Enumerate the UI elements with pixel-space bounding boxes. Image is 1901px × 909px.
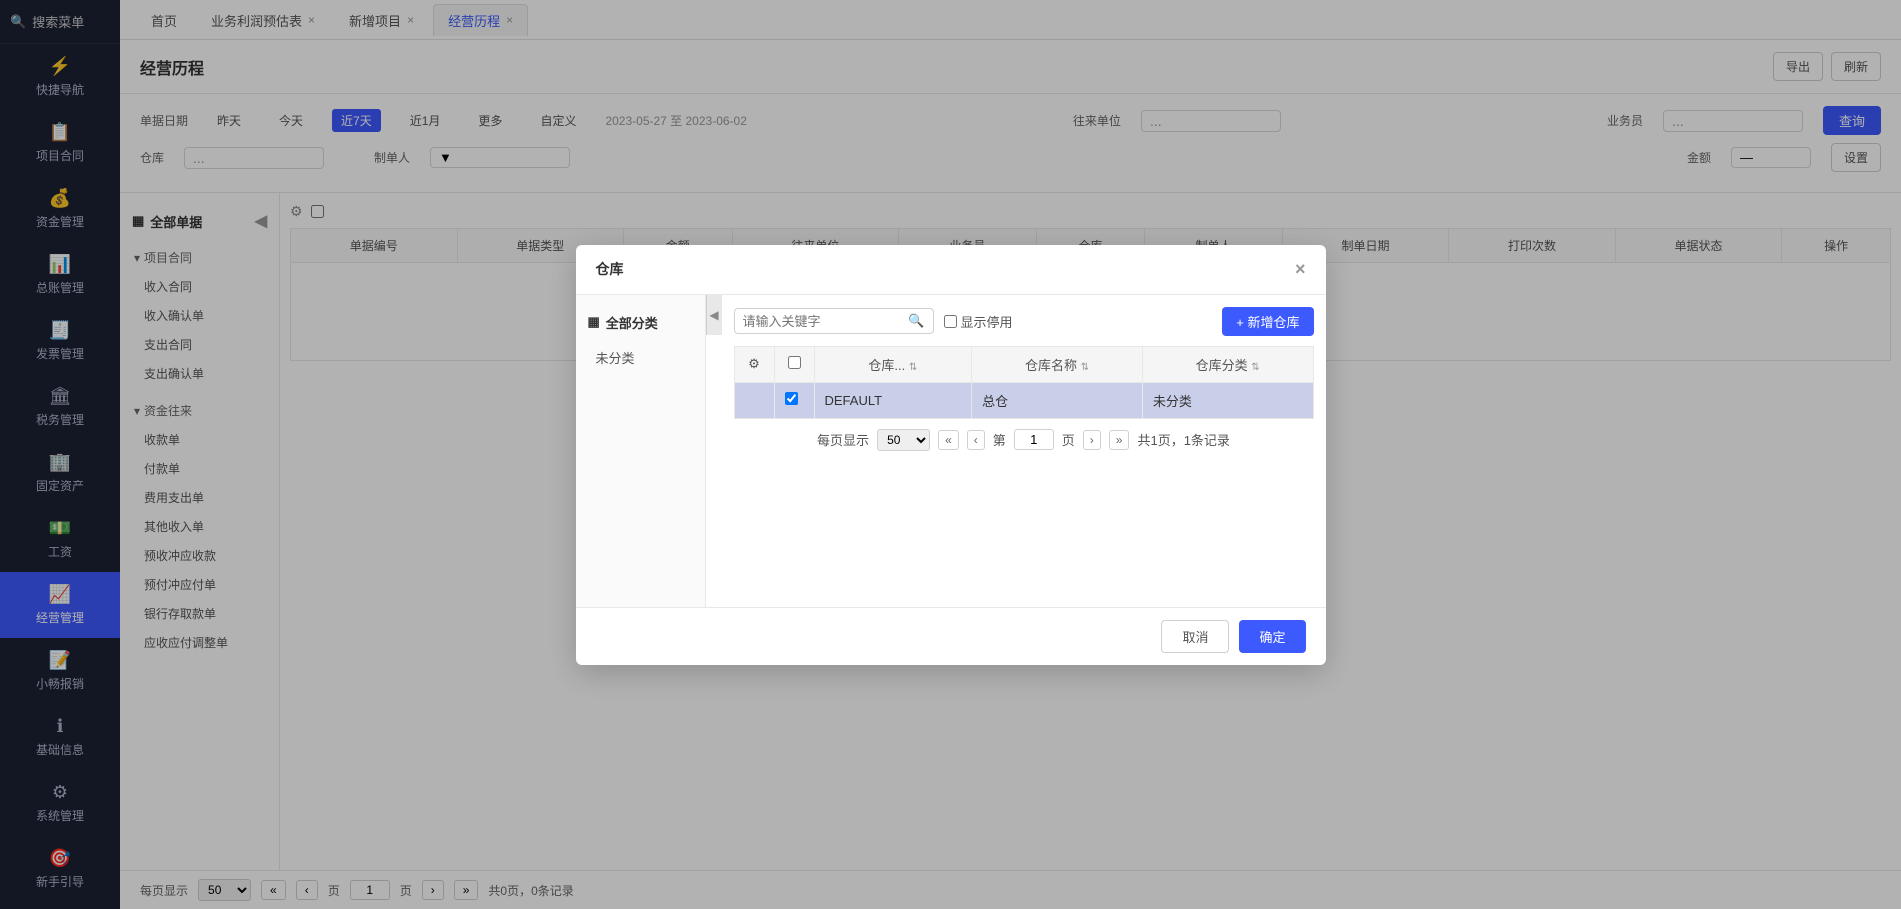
- modal-title: 仓库: [596, 259, 624, 279]
- row-code: DEFAULT: [814, 382, 972, 418]
- modal-cancel-button[interactable]: 取消: [1161, 620, 1229, 653]
- modal-table-header: ⚙ 仓库... ⇅ 仓库名称 ⇅ 仓库分类: [734, 346, 1313, 382]
- sort-icon-category: ⇅: [1251, 362, 1259, 373]
- modal-collapse-btn[interactable]: ◀: [706, 295, 722, 335]
- modal-prev-page[interactable]: ‹: [967, 430, 985, 450]
- row-name: 总仓: [972, 382, 1143, 418]
- row-checkbox-cell: [774, 382, 814, 418]
- modal-per-page-label: 每页显示: [817, 430, 869, 449]
- modal-table-row[interactable]: DEFAULT 总仓 未分类: [734, 382, 1313, 418]
- modal-toolbar: 🔍 显示停用 + 新增仓库: [734, 307, 1314, 336]
- modal-total: 共1页，1条记录: [1137, 430, 1229, 449]
- modal-search-icon[interactable]: 🔍: [908, 313, 924, 329]
- modal-right-panel: 🔍 显示停用 + 新增仓库 ⚙ 仓库...: [722, 295, 1326, 607]
- modal-search-input[interactable]: [743, 314, 903, 329]
- col-code-label: 仓库...: [868, 358, 905, 373]
- modal-select-all[interactable]: [788, 356, 801, 369]
- row-checkbox[interactable]: [785, 392, 798, 405]
- modal-next-page[interactable]: ›: [1083, 430, 1101, 450]
- col-name-label: 仓库名称: [1025, 358, 1077, 373]
- sort-icon-code: ⇅: [909, 362, 917, 373]
- modal-header: 仓库 ×: [576, 245, 1326, 295]
- sort-icon-name: ⇅: [1081, 362, 1089, 373]
- th-modal-category: 仓库分类 ⇅: [1142, 346, 1313, 382]
- modal-left-header[interactable]: ▦ 全部分类: [576, 305, 705, 340]
- row-settings-icon: [734, 382, 774, 418]
- modal-first-page[interactable]: «: [938, 430, 959, 450]
- modal-per-page-select[interactable]: 501020100: [877, 429, 930, 451]
- th-modal-code: 仓库... ⇅: [814, 346, 972, 382]
- modal-page-label: 页: [1062, 430, 1075, 449]
- warehouse-modal: 仓库 × ▦ 全部分类 未分类 ◀ 🔍 显: [576, 245, 1326, 665]
- modal-pagination: 每页显示 501020100 « ‹ 第 页 › » 共1页，1条记录: [734, 429, 1314, 451]
- modal-close-button[interactable]: ×: [1295, 259, 1306, 280]
- add-warehouse-button[interactable]: + 新增仓库: [1222, 307, 1313, 336]
- modal-table: ⚙ 仓库... ⇅ 仓库名称 ⇅ 仓库分类: [734, 346, 1314, 419]
- modal-left-panel: ▦ 全部分类 未分类: [576, 295, 706, 607]
- th-modal-name: 仓库名称 ⇅: [972, 346, 1143, 382]
- show-disabled-label[interactable]: 显示停用: [944, 312, 1013, 331]
- modal-page-input[interactable]: [1014, 429, 1054, 450]
- modal-last-page[interactable]: »: [1109, 430, 1130, 450]
- col-category-label: 仓库分类: [1196, 358, 1248, 373]
- modal-left-wrapper: ▦ 全部分类 未分类 ◀: [576, 295, 722, 607]
- th-modal-checkbox: [774, 346, 814, 382]
- modal-confirm-button[interactable]: 确定: [1239, 620, 1305, 653]
- modal-body: ▦ 全部分类 未分类 ◀ 🔍 显示停用 + 新增仓库: [576, 295, 1326, 607]
- modal-search-wrap: 🔍: [734, 308, 934, 334]
- show-disabled-text: 显示停用: [961, 312, 1013, 331]
- grid2-icon: ▦: [588, 314, 600, 330]
- th-modal-settings: ⚙: [734, 346, 774, 382]
- show-disabled-checkbox[interactable]: [944, 315, 957, 328]
- modal-left-all-label: 全部分类: [606, 313, 658, 332]
- modal-page-word: 第: [993, 430, 1006, 449]
- row-category: 未分类: [1142, 382, 1313, 418]
- modal-left-item-unclassified[interactable]: 未分类: [576, 340, 705, 375]
- modal-footer: 取消 确定: [576, 607, 1326, 665]
